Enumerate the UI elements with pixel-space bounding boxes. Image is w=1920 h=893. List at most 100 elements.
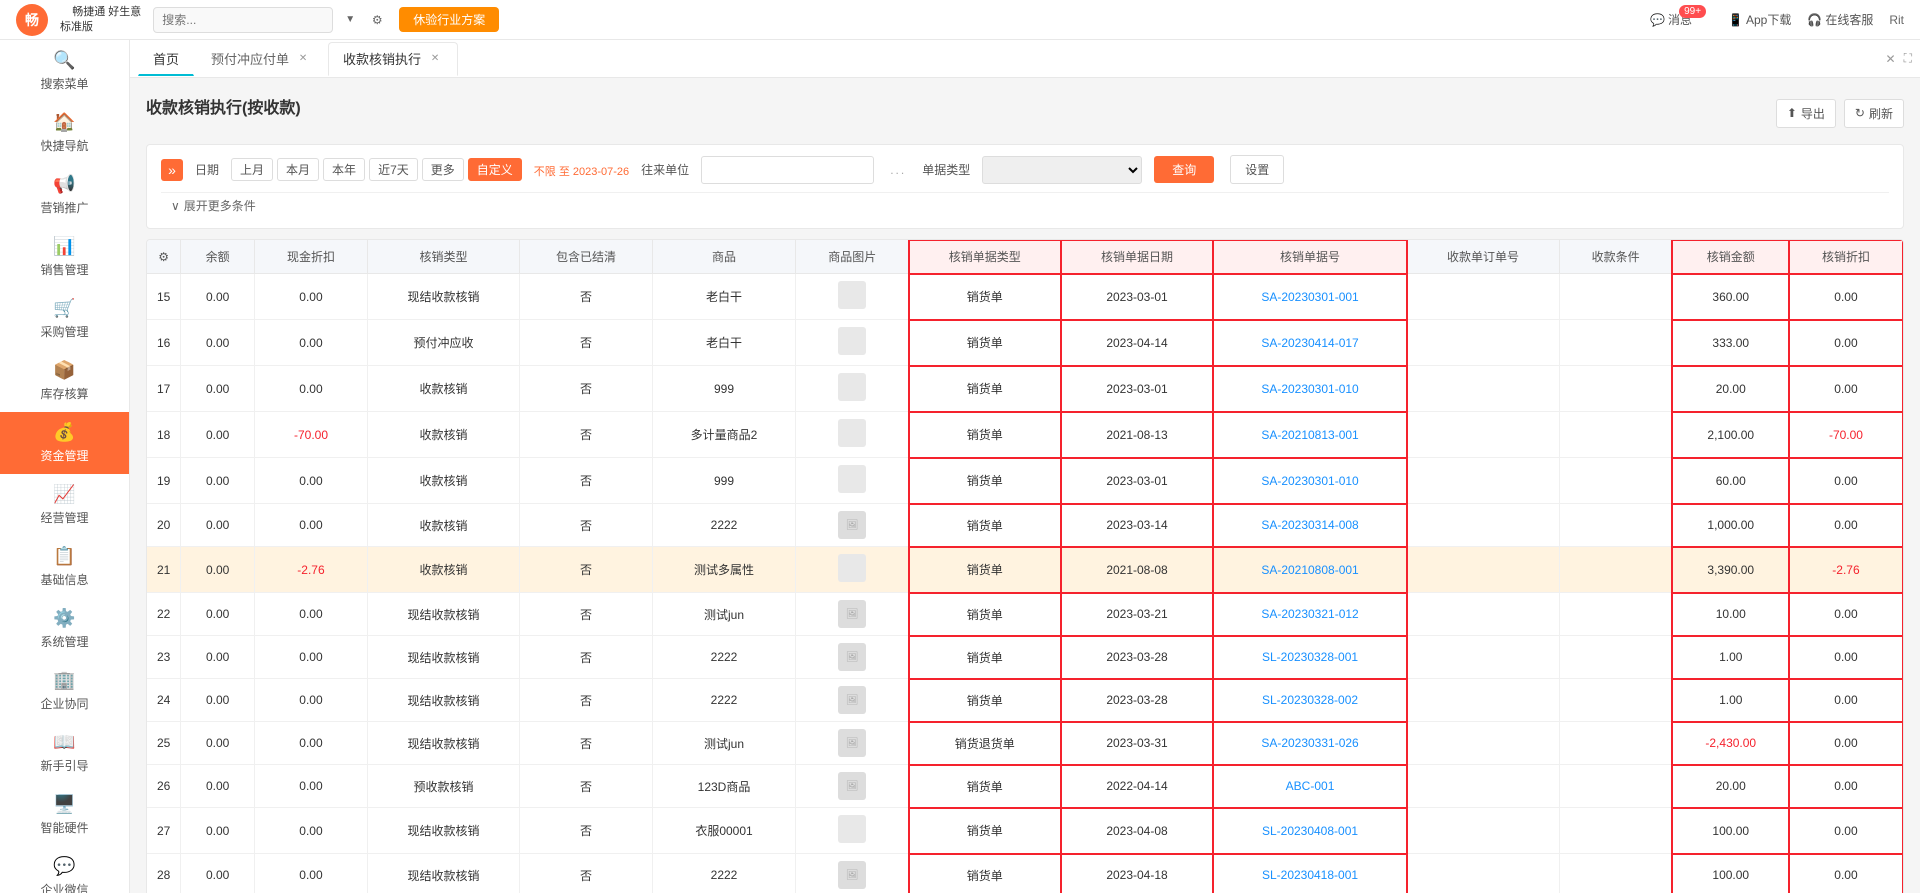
sidebar-item-sales[interactable]: 📊销售管理: [0, 226, 129, 288]
refresh-button[interactable]: ↻ 刷新: [1844, 99, 1904, 128]
voucher-no-link[interactable]: SA-20230301-010: [1261, 474, 1358, 488]
cell-receipt-condition: [1559, 808, 1672, 854]
sidebar-item-finance[interactable]: 💰资金管理: [0, 412, 129, 474]
voucher-no-link[interactable]: SA-20230301-001: [1261, 290, 1358, 304]
message-badge[interactable]: 💬 消息 99+: [1650, 11, 1692, 28]
sidebar-item-corp[interactable]: 🏢企业协同: [0, 660, 129, 722]
goods-image: 🖼: [838, 600, 866, 628]
tab-writeoff-close[interactable]: ✕: [427, 51, 443, 67]
close-tab-icon[interactable]: ✕: [1886, 52, 1896, 66]
col-included-settled: 包含已结清: [520, 240, 653, 274]
tab-writeoff[interactable]: 收款核销执行 ✕: [328, 42, 458, 76]
cell-voucher-no[interactable]: SA-20230301-001: [1213, 274, 1407, 320]
top-search-input[interactable]: [153, 7, 333, 33]
settings-icon[interactable]: ⚙: [367, 10, 387, 30]
goods-image: [838, 815, 866, 843]
sidebar-item-system[interactable]: ⚙️系统管理: [0, 598, 129, 660]
cell-voucher-no[interactable]: SL-20230328-001: [1213, 636, 1407, 679]
date-btn-last-month[interactable]: 上月: [231, 158, 273, 181]
voucher-type-select[interactable]: [982, 156, 1142, 184]
cell-writeoff-type: 现结收款核销: [367, 808, 519, 854]
tab-prepay[interactable]: 预付冲应付单 ✕: [196, 42, 326, 76]
cell-voucher-no[interactable]: SA-20230301-010: [1213, 458, 1407, 504]
date-btn-more[interactable]: 更多: [422, 158, 464, 181]
col-voucher-date: 核销单据日期: [1061, 240, 1213, 274]
tab-home[interactable]: 首页: [138, 42, 194, 76]
sidebar-item-marketing[interactable]: 📢营销推广: [0, 164, 129, 226]
expand-filter-button[interactable]: ∨ 展开更多条件: [161, 192, 1889, 218]
cell-voucher-no[interactable]: SA-20230314-008: [1213, 504, 1407, 547]
voucher-no-link[interactable]: SL-20230328-002: [1262, 693, 1358, 707]
tab-prepay-close[interactable]: ✕: [295, 51, 311, 67]
goods-image: [838, 554, 866, 582]
table-row: 23 0.00 0.00 现结收款核销 否 2222 🖼 销货单 2023-03…: [147, 636, 1903, 679]
cell-receipt-order-no: [1407, 722, 1559, 765]
online-service[interactable]: 🎧 在线客服: [1807, 11, 1873, 28]
cell-balance: 0.00: [181, 854, 255, 893]
cell-voucher-no[interactable]: SA-20230301-010: [1213, 366, 1407, 412]
sidebar-item-search[interactable]: 🔍搜索菜单: [0, 40, 129, 102]
voucher-no-link[interactable]: SA-20230414-017: [1261, 336, 1358, 350]
voucher-no-link[interactable]: SL-20230408-001: [1262, 824, 1358, 838]
sidebar-item-guide[interactable]: 📖新手引导: [0, 722, 129, 784]
export-button[interactable]: ⬆ 导出: [1776, 99, 1836, 128]
cell-balance: 0.00: [181, 722, 255, 765]
cell-receipt-order-no: [1407, 504, 1559, 547]
sidebar-item-purchase[interactable]: 🛒采购管理: [0, 288, 129, 350]
voucher-no-link[interactable]: ABC-001: [1286, 779, 1335, 793]
sidebar-item-hardware[interactable]: 🖥️智能硬件: [0, 784, 129, 846]
cell-writeoff-type: 现结收款核销: [367, 679, 519, 722]
sidebar-item-base[interactable]: 📋基础信息: [0, 536, 129, 598]
voucher-no-link[interactable]: SA-20230314-008: [1261, 518, 1358, 532]
sidebar-item-inventory[interactable]: 📦库存核算: [0, 350, 129, 412]
sidebar-item-wechat[interactable]: 💬企业微信: [0, 846, 129, 893]
date-btn-this-year[interactable]: 本年: [323, 158, 365, 181]
voucher-no-link[interactable]: SA-20230301-010: [1261, 382, 1358, 396]
counterparty-label: 往来单位: [641, 161, 689, 178]
solution-button[interactable]: 休验行业方案: [399, 7, 499, 32]
search-dropdown[interactable]: ▼: [345, 14, 355, 25]
voucher-no-link[interactable]: SA-20230331-026: [1261, 736, 1358, 750]
voucher-no-link[interactable]: SL-20230418-001: [1262, 868, 1358, 882]
app-download[interactable]: 📱 App下载: [1728, 11, 1791, 28]
date-buttons: 上月 本月 本年 近7天 更多 自定义: [231, 158, 522, 181]
cell-voucher-no[interactable]: SA-20230331-026: [1213, 722, 1407, 765]
cell-voucher-no[interactable]: SA-20230321-012: [1213, 593, 1407, 636]
cell-index: 17: [147, 366, 181, 412]
voucher-no-link[interactable]: SL-20230328-001: [1262, 650, 1358, 664]
cell-voucher-no[interactable]: ABC-001: [1213, 765, 1407, 808]
cell-receipt-order-no: [1407, 636, 1559, 679]
cell-goods-image: [796, 808, 909, 854]
voucher-no-link[interactable]: SA-20230321-012: [1261, 607, 1358, 621]
cell-writeoff-amount: 20.00: [1672, 765, 1789, 808]
cell-goods: 测试jun: [652, 722, 796, 765]
counterparty-input[interactable]: [701, 156, 874, 184]
sidebar-item-nav[interactable]: 🏠快捷导航: [0, 102, 129, 164]
cell-voucher-no[interactable]: SL-20230418-001: [1213, 854, 1407, 893]
table-row: 21 0.00 -2.76 收款核销 否 测试多属性 销货单 2021-08-0…: [147, 547, 1903, 593]
date-btn-7days[interactable]: 近7天: [369, 158, 418, 181]
date-btn-this-month[interactable]: 本月: [277, 158, 319, 181]
cell-voucher-no[interactable]: SA-20230414-017: [1213, 320, 1407, 366]
settings-button[interactable]: 设置: [1230, 155, 1284, 184]
cell-index: 25: [147, 722, 181, 765]
cell-voucher-date: 2023-03-21: [1061, 593, 1213, 636]
user-avatar[interactable]: Rit: [1889, 13, 1904, 27]
cell-voucher-no[interactable]: SL-20230408-001: [1213, 808, 1407, 854]
expand-tab-icon[interactable]: ⛶: [1904, 51, 1912, 66]
filter-toggle[interactable]: »: [161, 159, 183, 181]
voucher-no-link[interactable]: SA-20210813-001: [1261, 428, 1358, 442]
cell-voucher-no[interactable]: SA-20210813-001: [1213, 412, 1407, 458]
voucher-no-link[interactable]: SA-20210808-001: [1261, 563, 1358, 577]
query-button[interactable]: 查询: [1154, 156, 1214, 183]
col-voucher-type: 核销单据类型: [909, 240, 1061, 274]
cell-index: 20: [147, 504, 181, 547]
sidebar-item-operation[interactable]: 📈经营管理: [0, 474, 129, 536]
cell-voucher-no[interactable]: SL-20230328-002: [1213, 679, 1407, 722]
cell-voucher-date: 2023-03-14: [1061, 504, 1213, 547]
date-btn-custom[interactable]: 自定义: [468, 158, 522, 181]
cell-index: 26: [147, 765, 181, 808]
cell-goods: 老白干: [652, 320, 796, 366]
cell-voucher-no[interactable]: SA-20210808-001: [1213, 547, 1407, 593]
cell-writeoff-discount: 0.00: [1789, 366, 1902, 412]
